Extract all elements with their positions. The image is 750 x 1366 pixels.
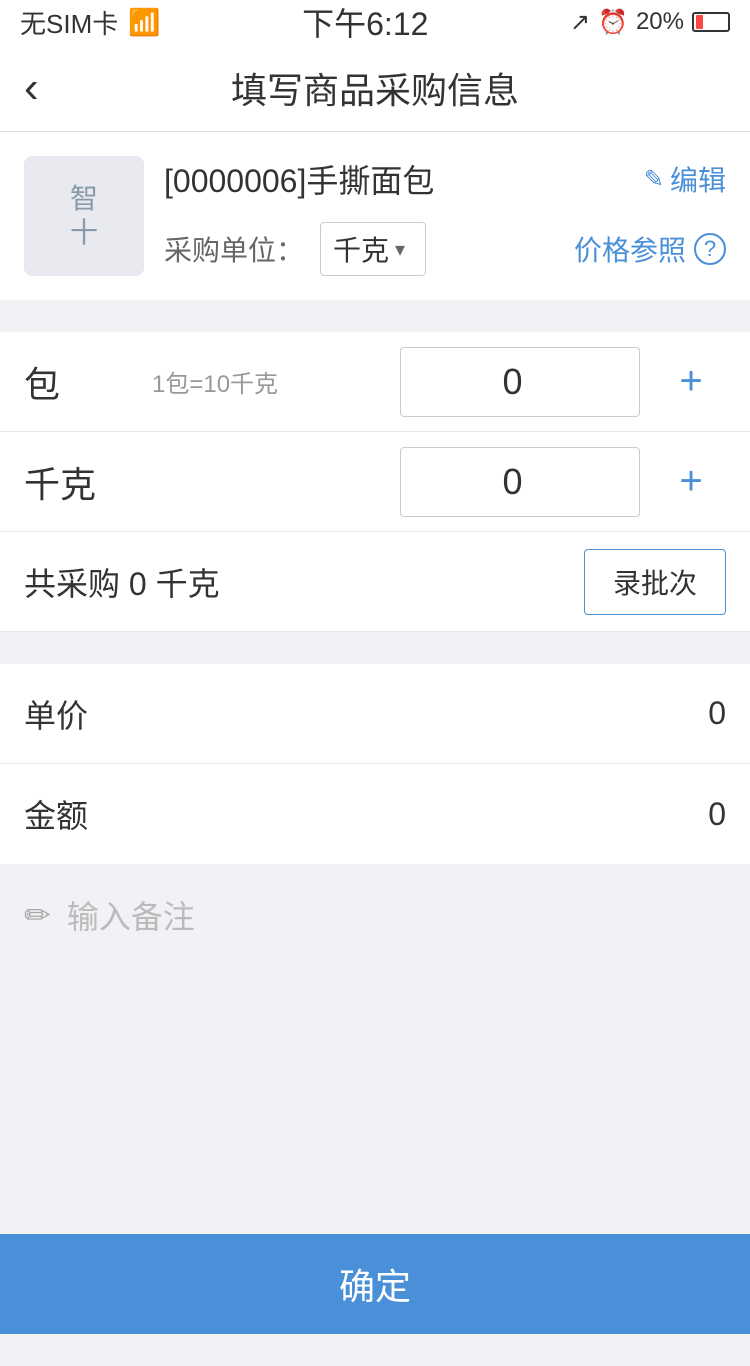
nav-bar: ‹ 填写商品采购信息: [0, 44, 750, 132]
amount-label: 金额: [24, 791, 88, 837]
status-bar: 无SIM卡 📶 下午6:12 ↗ ⏰ 20%: [0, 0, 750, 44]
unit-price-label: 单价: [24, 691, 88, 737]
status-left: 无SIM卡 📶: [20, 4, 161, 41]
total-row: 共采购 0 千克 录批次: [0, 532, 750, 632]
battery-percent: 20%: [636, 8, 684, 36]
amount-row: 金额 0: [0, 764, 750, 864]
product-section: 智 十 [0000006]手撕面包 ✎ 编辑 采购单位： 千克 ▾: [0, 132, 750, 300]
section-divider-1: [0, 316, 750, 332]
confirm-button[interactable]: 确定: [0, 1234, 750, 1334]
back-button[interactable]: ‹: [24, 63, 39, 113]
edit-icon: ✎: [644, 165, 664, 194]
wifi-icon: 📶: [128, 7, 160, 38]
empty-space: [0, 966, 750, 1266]
batch-button[interactable]: 录批次: [584, 549, 726, 615]
page-title: 填写商品采购信息: [231, 62, 519, 114]
kg-label: 千克: [24, 456, 144, 508]
product-name-row: [0000006]手撕面包 ✎ 编辑: [164, 156, 726, 202]
kg-quantity-input[interactable]: [400, 447, 640, 517]
pencil-icon: ✏: [24, 896, 51, 934]
status-right: ↗ ⏰ 20%: [570, 8, 730, 37]
price-ref-button[interactable]: 价格参照 ?: [574, 229, 726, 269]
back-icon: ‹: [24, 63, 39, 113]
section-divider-2: [0, 632, 750, 648]
product-logo: 智 十: [70, 182, 98, 249]
kg-plus-button[interactable]: +: [656, 447, 726, 517]
product-name: [0000006]手撕面包: [164, 156, 434, 202]
bag-plus-button[interactable]: +: [656, 347, 726, 417]
bag-sublabel: 1包=10千克: [152, 364, 278, 399]
alarm-icon: ⏰: [598, 8, 628, 37]
status-time: 下午6:12: [302, 0, 428, 45]
unit-price-value: 0: [708, 695, 726, 732]
amount-value: 0: [708, 796, 726, 833]
unit-prefix-label: 采购单位：: [164, 229, 304, 269]
price-section: 单价 0 金额 0: [0, 664, 750, 864]
unit-row: 采购单位： 千克 ▾ 价格参照 ?: [164, 222, 726, 276]
kg-quantity-field[interactable]: [401, 448, 639, 516]
product-info: [0000006]手撕面包 ✎ 编辑 采购单位： 千克 ▾ 价格参照 ?: [164, 156, 726, 276]
bag-input-row: 包 1包=10千克 +: [0, 332, 750, 432]
battery-icon: [692, 12, 730, 32]
kg-input-row: 千克 +: [0, 432, 750, 532]
unit-select[interactable]: 千克 ▾: [320, 222, 426, 276]
product-image: 智 十: [24, 156, 144, 276]
info-icon: ?: [694, 233, 726, 265]
input-section: 包 1包=10千克 + 千克 + 共采购 0 千克 录批次: [0, 332, 750, 632]
remark-input[interactable]: 输入备注: [67, 892, 195, 938]
bag-quantity-field[interactable]: [401, 348, 639, 416]
location-icon: ↗: [570, 8, 590, 37]
total-label: 共采购 0 千克: [24, 559, 220, 605]
unit-price-row: 单价 0: [0, 664, 750, 764]
remark-section[interactable]: ✏ 输入备注: [0, 864, 750, 966]
bag-label: 包: [24, 356, 144, 408]
edit-button[interactable]: ✎ 编辑: [644, 159, 726, 199]
chevron-down-icon: ▾: [395, 237, 405, 262]
bag-quantity-input[interactable]: [400, 347, 640, 417]
carrier-label: 无SIM卡: [20, 4, 118, 41]
